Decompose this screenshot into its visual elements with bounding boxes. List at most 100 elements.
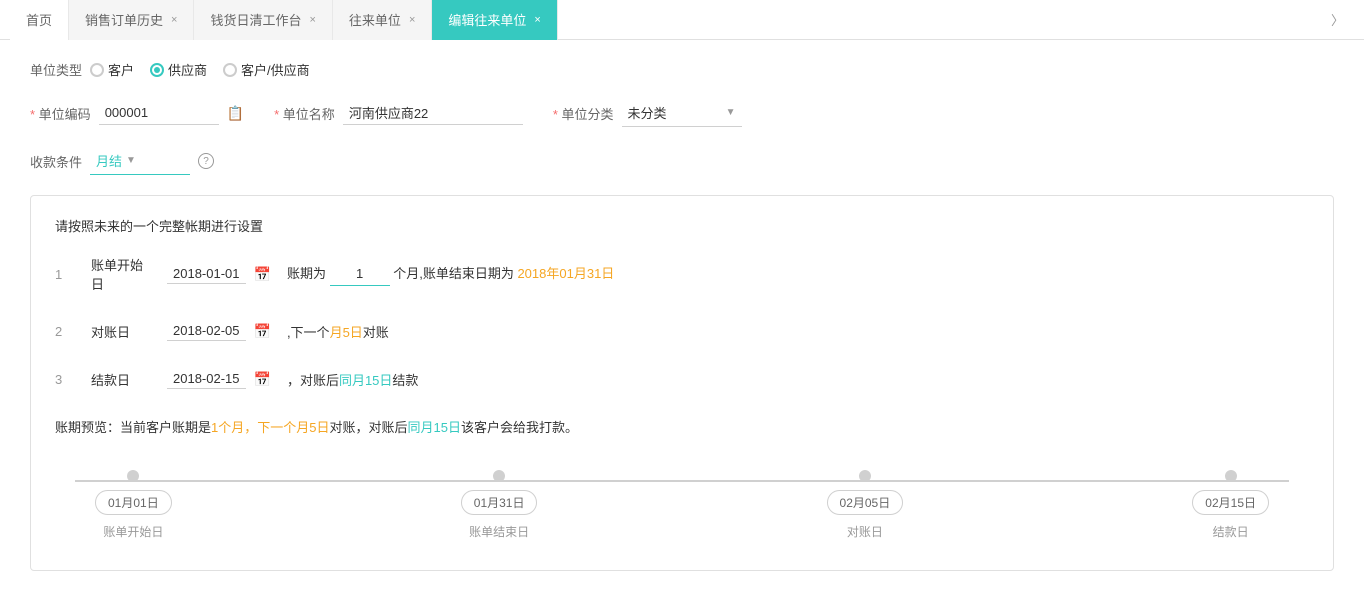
radio-circle-customer (90, 63, 104, 77)
tab-cash-work[interactable]: 钱货日清工作台 × (194, 0, 332, 40)
radio-both[interactable]: 客户/供应商 (223, 60, 310, 79)
radio-customer[interactable]: 客户 (90, 60, 134, 79)
unit-info-row: 单位编码 📋 单位名称 单位分类 未分类 ▼ (30, 99, 1334, 127)
row-desc-2: ,下一个月5日对账 (287, 322, 389, 341)
payment-cond-value: 月结 (96, 151, 122, 170)
reconcile-date-highlight: 月5日 (330, 325, 363, 340)
preview-text: 账期预览：当前客户账期是1个月，下一个月5日对账，对账后同月15日该客户会给我打… (55, 417, 1309, 436)
unit-name-input[interactable] (343, 101, 523, 125)
tab-home[interactable]: 首页 (10, 0, 69, 40)
radio-both-label: 客户/供应商 (241, 60, 310, 79)
payment-cond-group: 收款条件 月结 ▼ ? (30, 147, 214, 175)
setting-row-2: 2 对账日 2018-02-05 📅 ,下一个月5日对账 (55, 321, 1309, 341)
tab-cash-label: 钱货日清工作台 (210, 10, 301, 29)
calendar-icon-1[interactable]: 📅 (254, 266, 271, 283)
tab-partner[interactable]: 往来单位 × (333, 0, 432, 40)
setting-row-3: 3 结款日 2018-02-15 📅 ，对账后同月15日结款 (55, 369, 1309, 389)
radio-circle-supplier (150, 63, 164, 77)
chevron-down-icon: ▼ (726, 107, 736, 118)
tab-sales-label: 销售订单历史 (85, 10, 163, 29)
section-title: 请按照未来的一个完整帐期进行设置 (55, 216, 1309, 235)
close-icon[interactable]: × (534, 14, 540, 26)
timeline-dot-1 (127, 470, 139, 482)
row-num-1: 1 (55, 267, 75, 282)
calendar-icon-2[interactable]: 📅 (254, 323, 271, 340)
settings-section: 请按照未来的一个完整帐期进行设置 1 账单开始日 2018-01-01 📅 账期… (30, 195, 1334, 571)
preview-reconcile: 下一个月5日 (257, 420, 329, 435)
timeline-points: 01月01日 账单开始日 01月31日 账单结束日 02月05日 对账日 (95, 470, 1269, 540)
timeline-label-2: 账单结束日 (469, 523, 529, 540)
date-value-2: 2018-02-05 (167, 321, 246, 341)
unit-code-label: 单位编码 (30, 104, 91, 123)
row-label-2: 对账日 (91, 322, 151, 341)
unit-type-radio-group: 客户 供应商 客户/供应商 (90, 60, 310, 79)
timeline-badge-2: 01月31日 (461, 490, 538, 515)
unit-code-group: 单位编码 📋 (30, 101, 244, 125)
timeline-point-2: 01月31日 账单结束日 (461, 470, 538, 540)
unit-name-group: 单位名称 (274, 101, 523, 125)
timeline-badge-3: 02月05日 (827, 490, 904, 515)
preview-months: 1个月， (211, 420, 257, 435)
row-desc-1: 账期为 个月,账单结束日期为 2018年01月31日 (287, 262, 614, 286)
main-content: 单位类型 客户 供应商 客户/供应商 单位编码 📋 (0, 40, 1364, 608)
timeline-label-4: 结款日 (1213, 523, 1249, 540)
preview-pay: 同月15日 (408, 420, 461, 435)
radio-supplier-label: 供应商 (168, 60, 207, 79)
chevron-down-icon: ▼ (126, 155, 136, 166)
radio-customer-label: 客户 (108, 60, 134, 79)
calendar-icon-3[interactable]: 📅 (254, 371, 271, 388)
timeline-label-3: 对账日 (847, 523, 883, 540)
setting-row-1: 1 账单开始日 2018-01-01 📅 账期为 个月,账单结束日期为 2018… (55, 255, 1309, 293)
timeline: 01月01日 账单开始日 01月31日 账单结束日 02月05日 对账日 (55, 460, 1309, 550)
close-icon[interactable]: × (409, 14, 415, 26)
preview-end: 该客户会给我打款。 (461, 420, 578, 435)
preview-mid: 对账，对账后 (329, 420, 407, 435)
help-icon[interactable]: ? (198, 153, 214, 169)
tab-edit-partner-label: 编辑往来单位 (448, 10, 526, 29)
payment-row: 收款条件 月结 ▼ ? (30, 147, 1334, 175)
unit-class-value: 未分类 (628, 103, 667, 122)
row-desc-3: ，对账后同月15日结款 (287, 370, 419, 389)
tabs-bar: 首页 销售订单历史 × 钱货日清工作台 × 往来单位 × 编辑往来单位 × 〉 (0, 0, 1364, 40)
tab-home-label: 首页 (26, 10, 52, 29)
timeline-dot-2 (493, 470, 505, 482)
unit-class-group: 单位分类 未分类 ▼ (553, 99, 742, 127)
unit-code-input[interactable] (99, 101, 219, 125)
payment-cond-label: 收款条件 (30, 152, 82, 171)
date-input-1: 2018-01-01 📅 (167, 264, 271, 284)
close-icon[interactable]: × (309, 14, 315, 26)
tab-partner-label: 往来单位 (349, 10, 401, 29)
unit-type-label: 单位类型 (30, 60, 82, 79)
timeline-point-1: 01月01日 账单开始日 (95, 470, 172, 540)
date-value-3: 2018-02-15 (167, 369, 246, 389)
row-label-3: 结款日 (91, 370, 151, 389)
timeline-dot-4 (1225, 470, 1237, 482)
pay-date-highlight: 同月15日 (339, 373, 392, 388)
row-num-3: 3 (55, 372, 75, 387)
unit-name-label: 单位名称 (274, 104, 335, 123)
period-months-input[interactable] (330, 262, 390, 286)
tab-edit-partner[interactable]: 编辑往来单位 × (432, 0, 557, 40)
tab-sales-history[interactable]: 销售订单历史 × (69, 0, 194, 40)
end-date-highlight: 2018年01月31日 (517, 266, 614, 281)
date-input-3: 2018-02-15 📅 (167, 369, 271, 389)
radio-circle-both (223, 63, 237, 77)
unit-class-dropdown[interactable]: 未分类 ▼ (622, 99, 742, 127)
radio-supplier[interactable]: 供应商 (150, 60, 207, 79)
unit-type-group: 单位类型 客户 供应商 客户/供应商 (30, 60, 310, 79)
row-num-2: 2 (55, 324, 75, 339)
row-label-1: 账单开始日 (91, 255, 151, 293)
timeline-dot-3 (859, 470, 871, 482)
copy-icon[interactable]: 📋 (227, 105, 244, 122)
timeline-label-1: 账单开始日 (103, 523, 163, 540)
date-input-2: 2018-02-05 📅 (167, 321, 271, 341)
timeline-badge-1: 01月01日 (95, 490, 172, 515)
unit-type-row: 单位类型 客户 供应商 客户/供应商 (30, 60, 1334, 79)
preview-label: 账期预览：当前客户账期是 (55, 420, 211, 435)
payment-cond-dropdown[interactable]: 月结 ▼ (90, 147, 190, 175)
tabs-expand-icon[interactable]: 〉 (1321, 10, 1354, 29)
timeline-point-3: 02月05日 对账日 (827, 470, 904, 540)
date-value-1: 2018-01-01 (167, 264, 246, 284)
close-icon[interactable]: × (171, 14, 177, 26)
timeline-point-4: 02月15日 结款日 (1192, 470, 1269, 540)
